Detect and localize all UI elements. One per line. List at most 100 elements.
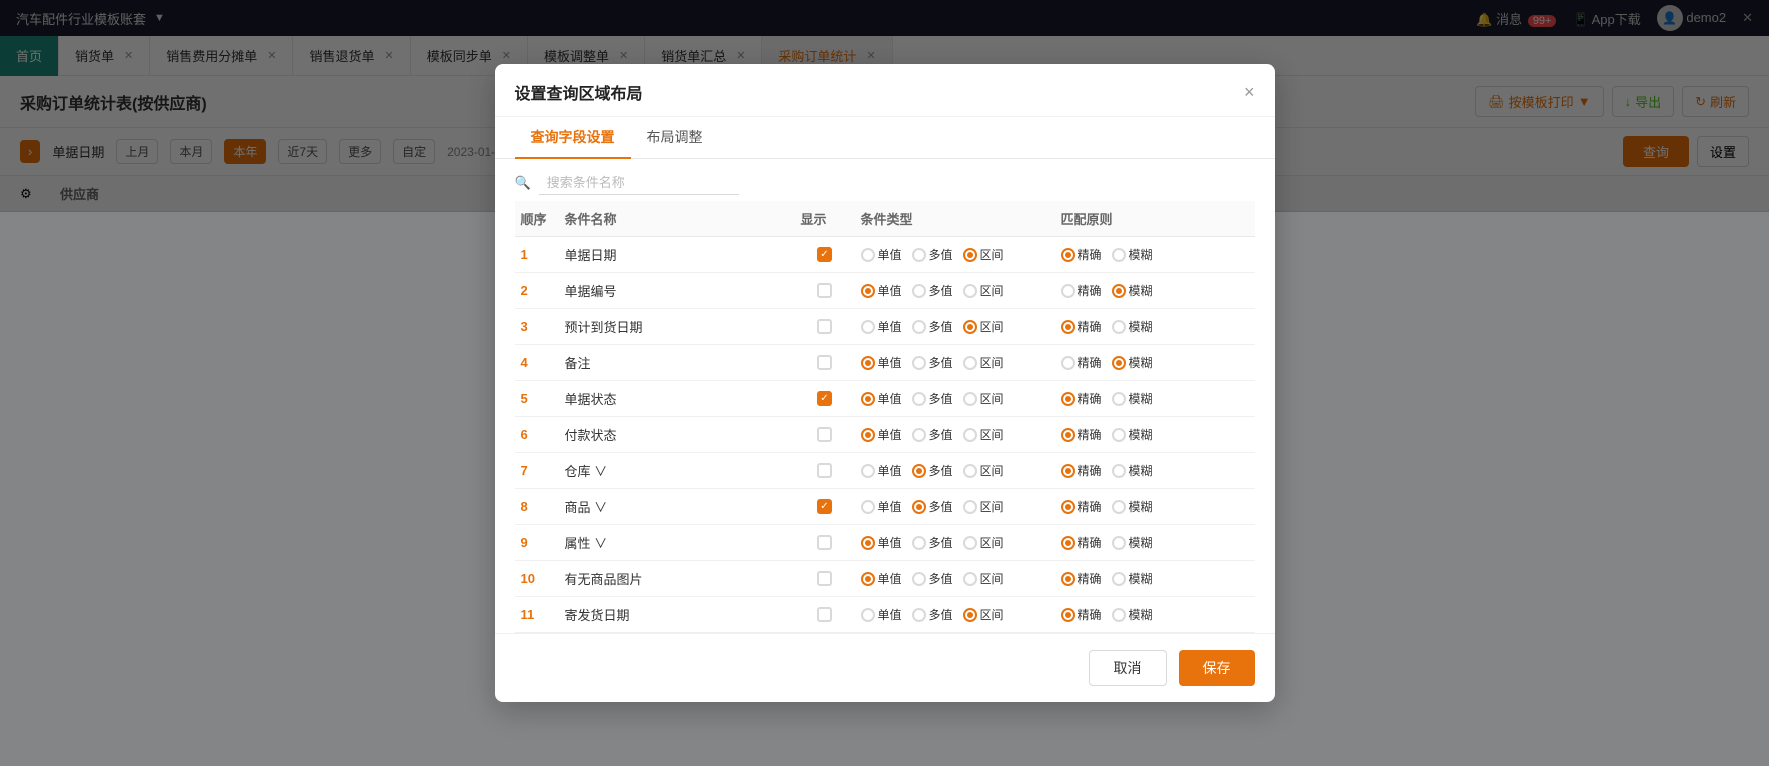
radio-label-match-精确-7: 精确 <box>1078 498 1102 515</box>
row-display-8[interactable] <box>795 525 855 561</box>
checkbox-10[interactable] <box>817 607 832 622</box>
checkbox-4[interactable]: ✓ <box>817 391 832 406</box>
radio-type-单值-6[interactable]: 单值 <box>861 462 902 479</box>
radio-type-单值-5[interactable]: 单值 <box>861 426 902 443</box>
row-display-0[interactable]: ✓ <box>795 237 855 273</box>
checkbox-3[interactable] <box>817 355 832 370</box>
radio-circle-match-精确-1 <box>1061 284 1075 298</box>
row-display-3[interactable] <box>795 345 855 381</box>
radio-type-单值-4[interactable]: 单值 <box>861 390 902 407</box>
dialog-tab-layout[interactable]: 布局调整 <box>631 117 719 159</box>
radio-match-精确-2[interactable]: 精确 <box>1061 318 1102 335</box>
save-button[interactable]: 保存 <box>1179 650 1255 686</box>
radio-type-多值-6[interactable]: 多值 <box>912 462 953 479</box>
table-row: 6付款状态单值多值区间精确模糊 <box>515 417 1255 453</box>
radio-match-精确-3[interactable]: 精确 <box>1061 354 1102 371</box>
radio-type-单值-3[interactable]: 单值 <box>861 354 902 371</box>
radio-type-区间-10[interactable]: 区间 <box>963 606 1004 623</box>
radio-label-type-区间-9: 区间 <box>980 570 1004 587</box>
radio-type-多值-8[interactable]: 多值 <box>912 534 953 551</box>
radio-match-精确-10[interactable]: 精确 <box>1061 606 1102 623</box>
row-display-9[interactable] <box>795 561 855 597</box>
radio-type-多值-10[interactable]: 多值 <box>912 606 953 623</box>
row-match-6: 精确模糊 <box>1055 453 1255 489</box>
row-order-10: 11 <box>515 597 559 633</box>
radio-match-模糊-5[interactable]: 模糊 <box>1112 426 1153 443</box>
row-name-7: 商品 ∨ <box>559 489 795 525</box>
radio-type-单值-10[interactable]: 单值 <box>861 606 902 623</box>
row-display-6[interactable] <box>795 453 855 489</box>
radio-match-模糊-9[interactable]: 模糊 <box>1112 570 1153 587</box>
radio-type-单值-7[interactable]: 单值 <box>861 498 902 515</box>
radio-match-模糊-8[interactable]: 模糊 <box>1112 534 1153 551</box>
checkbox-7[interactable]: ✓ <box>817 499 832 514</box>
checkbox-6[interactable] <box>817 463 832 478</box>
radio-circle-match-模糊-10 <box>1112 608 1126 622</box>
radio-type-多值-9[interactable]: 多值 <box>912 570 953 587</box>
radio-type-多值-7[interactable]: 多值 <box>912 498 953 515</box>
radio-type-区间-7[interactable]: 区间 <box>963 498 1004 515</box>
row-match-9: 精确模糊 <box>1055 561 1255 597</box>
radio-type-区间-5[interactable]: 区间 <box>963 426 1004 443</box>
radio-type-多值-3[interactable]: 多值 <box>912 354 953 371</box>
radio-type-区间-6[interactable]: 区间 <box>963 462 1004 479</box>
row-display-4[interactable]: ✓ <box>795 381 855 417</box>
radio-match-精确-9[interactable]: 精确 <box>1061 570 1102 587</box>
radio-match-模糊-10[interactable]: 模糊 <box>1112 606 1153 623</box>
checkbox-8[interactable] <box>817 535 832 550</box>
radio-type-区间-2[interactable]: 区间 <box>963 318 1004 335</box>
radio-type-多值-0[interactable]: 多值 <box>912 246 953 263</box>
dialog-search-input[interactable] <box>539 171 739 195</box>
checkbox-2[interactable] <box>817 319 832 334</box>
radio-type-多值-4[interactable]: 多值 <box>912 390 953 407</box>
radio-match-模糊-6[interactable]: 模糊 <box>1112 462 1153 479</box>
cancel-button[interactable]: 取消 <box>1089 650 1167 686</box>
radio-match-模糊-4[interactable]: 模糊 <box>1112 390 1153 407</box>
radio-label-type-区间-2: 区间 <box>980 318 1004 335</box>
radio-match-精确-6[interactable]: 精确 <box>1061 462 1102 479</box>
radio-match-精确-8[interactable]: 精确 <box>1061 534 1102 551</box>
radio-circle-match-精确-4 <box>1061 392 1075 406</box>
radio-type-区间-9[interactable]: 区间 <box>963 570 1004 587</box>
radio-match-模糊-1[interactable]: 模糊 <box>1112 282 1153 299</box>
radio-match-模糊-2[interactable]: 模糊 <box>1112 318 1153 335</box>
checkbox-1[interactable] <box>817 283 832 298</box>
dialog-close-button[interactable]: × <box>1244 83 1255 101</box>
radio-match-精确-4[interactable]: 精确 <box>1061 390 1102 407</box>
radio-circle-多值-10 <box>912 608 926 622</box>
radio-type-区间-4[interactable]: 区间 <box>963 390 1004 407</box>
radio-type-单值-9[interactable]: 单值 <box>861 570 902 587</box>
row-display-5[interactable] <box>795 417 855 453</box>
row-display-10[interactable] <box>795 597 855 633</box>
radio-type-区间-1[interactable]: 区间 <box>963 282 1004 299</box>
radio-match-模糊-3[interactable]: 模糊 <box>1112 354 1153 371</box>
dialog-tab-query[interactable]: 查询字段设置 <box>515 117 631 159</box>
radio-match-精确-5[interactable]: 精确 <box>1061 426 1102 443</box>
radio-type-单值-2[interactable]: 单值 <box>861 318 902 335</box>
radio-type-单值-1[interactable]: 单值 <box>861 282 902 299</box>
row-display-2[interactable] <box>795 309 855 345</box>
radio-label-type-单值-5: 单值 <box>878 426 902 443</box>
checkbox-9[interactable] <box>817 571 832 586</box>
radio-type-区间-3[interactable]: 区间 <box>963 354 1004 371</box>
row-display-7[interactable]: ✓ <box>795 489 855 525</box>
radio-type-多值-2[interactable]: 多值 <box>912 318 953 335</box>
row-display-1[interactable] <box>795 273 855 309</box>
checkbox-5[interactable] <box>817 427 832 442</box>
radio-type-多值-1[interactable]: 多值 <box>912 282 953 299</box>
checkbox-0[interactable]: ✓ <box>817 247 832 262</box>
radio-type-区间-8[interactable]: 区间 <box>963 534 1004 551</box>
row-type-3: 单值多值区间 <box>855 345 1055 381</box>
row-type-5: 单值多值区间 <box>855 417 1055 453</box>
radio-type-区间-0[interactable]: 区间 <box>963 246 1004 263</box>
radio-match-精确-1[interactable]: 精确 <box>1061 282 1102 299</box>
radio-type-单值-8[interactable]: 单值 <box>861 534 902 551</box>
radio-circle-match-精确-10 <box>1061 608 1075 622</box>
radio-match-模糊-7[interactable]: 模糊 <box>1112 498 1153 515</box>
radio-type-多值-5[interactable]: 多值 <box>912 426 953 443</box>
radio-match-精确-0[interactable]: 精确 <box>1061 246 1102 263</box>
radio-match-模糊-0[interactable]: 模糊 <box>1112 246 1153 263</box>
radio-type-单值-0[interactable]: 单值 <box>861 246 902 263</box>
radio-label-type-单值-7: 单值 <box>878 498 902 515</box>
radio-match-精确-7[interactable]: 精确 <box>1061 498 1102 515</box>
